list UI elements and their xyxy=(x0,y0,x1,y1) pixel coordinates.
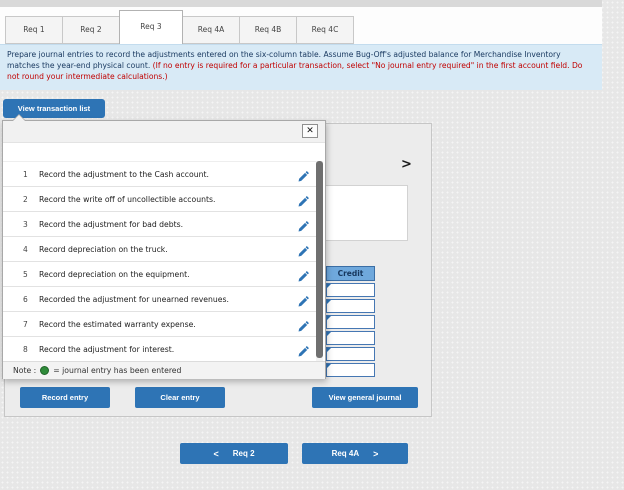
close-icon[interactable]: ✕ xyxy=(302,124,318,138)
transaction-list-popup: ✕ 1 Record the adjustment to the Cash ac… xyxy=(2,114,326,379)
tab-req-2[interactable]: Req 2 xyxy=(62,16,120,44)
transaction-row[interactable]: 6 Recorded the adjustment for unearned r… xyxy=(3,287,319,312)
credit-column: Credit xyxy=(326,266,375,377)
edit-pencil-icon[interactable] xyxy=(297,168,310,181)
popup-header: ✕ xyxy=(3,121,325,143)
transaction-description: Recorded the adjustment for unearned rev… xyxy=(39,294,229,304)
tab-bar: Req 1 Req 2 Req 3 Req 4A Req 4B Req 4C xyxy=(0,7,602,44)
chevron-left-icon: < xyxy=(213,448,219,459)
cell-corner-marker-icon xyxy=(327,284,331,288)
credit-input-cell[interactable] xyxy=(326,363,375,377)
credit-input-cell[interactable] xyxy=(326,315,375,329)
transaction-list: 1 Record the adjustment to the Cash acco… xyxy=(3,161,319,362)
expand-chevron-icon[interactable]: > xyxy=(401,157,412,172)
popup-scrollbar-thumb[interactable] xyxy=(316,161,323,358)
next-req-button[interactable]: Req 4A > xyxy=(302,443,408,464)
edit-pencil-icon[interactable] xyxy=(297,343,310,356)
transaction-row[interactable]: 3 Record the adjustment for bad debts. xyxy=(3,212,319,237)
credit-input-cell[interactable] xyxy=(326,299,375,313)
next-req-label: Req 4A xyxy=(331,449,360,458)
transaction-row[interactable]: 4 Record depreciation on the truck. xyxy=(3,237,319,262)
cell-corner-marker-icon xyxy=(327,316,331,320)
transaction-description: Record the write off of uncollectible ac… xyxy=(39,194,216,204)
entry-legend-note: Note : = journal entry has been entered xyxy=(3,361,325,379)
transaction-row[interactable]: 1 Record the adjustment to the Cash acco… xyxy=(3,162,319,187)
transaction-row[interactable]: 7 Record the estimated warranty expense. xyxy=(3,312,319,337)
tab-req-4b[interactable]: Req 4B xyxy=(239,16,297,44)
transaction-row[interactable]: 8 Record the adjustment for interest. xyxy=(3,337,319,362)
edit-pencil-icon[interactable] xyxy=(297,318,310,331)
tab-req-4a[interactable]: Req 4A xyxy=(182,16,240,44)
transaction-number: 1 xyxy=(23,169,28,179)
transaction-number: 3 xyxy=(23,219,28,229)
note-legend: = journal entry has been entered xyxy=(53,366,182,375)
chevron-right-icon: > xyxy=(373,448,379,459)
edit-pencil-icon[interactable] xyxy=(297,243,310,256)
transaction-number: 5 xyxy=(23,269,28,279)
transaction-row[interactable]: 5 Record depreciation on the equipment. xyxy=(3,262,319,287)
transaction-description: Record the adjustment for bad debts. xyxy=(39,219,184,229)
instruction-banner: Prepare journal entries to record the ad… xyxy=(0,44,602,90)
cell-corner-marker-icon xyxy=(327,348,331,352)
transaction-number: 6 xyxy=(23,294,28,304)
transaction-description: Record the estimated warranty expense. xyxy=(39,319,196,329)
edit-pencil-icon[interactable] xyxy=(297,193,310,206)
note-prefix: Note : xyxy=(13,366,37,375)
top-window-bar xyxy=(0,0,602,7)
transaction-number: 2 xyxy=(23,194,28,204)
transaction-number: 8 xyxy=(23,344,28,354)
cell-corner-marker-icon xyxy=(327,332,331,336)
edit-pencil-icon[interactable] xyxy=(297,268,310,281)
transaction-description: Record the adjustment to the Cash accoun… xyxy=(39,169,209,179)
cell-corner-marker-icon xyxy=(327,364,331,368)
entry-entered-dot-icon xyxy=(40,366,50,375)
edit-pencil-icon[interactable] xyxy=(297,293,310,306)
tab-req-3[interactable]: Req 3 xyxy=(119,10,183,44)
transaction-description: Record depreciation on the truck. xyxy=(39,244,168,254)
record-entry-button[interactable]: Record entry xyxy=(20,387,110,408)
clear-entry-button[interactable]: Clear entry xyxy=(135,387,225,408)
credit-input-cell[interactable] xyxy=(326,347,375,361)
cell-corner-marker-icon xyxy=(327,300,331,304)
credit-input-cell[interactable] xyxy=(326,283,375,297)
prev-req-label: Req 2 xyxy=(232,449,255,458)
tab-req-1[interactable]: Req 1 xyxy=(5,16,63,44)
transaction-number: 4 xyxy=(23,244,28,254)
view-general-journal-button[interactable]: View general journal xyxy=(312,387,418,408)
tab-req-4c[interactable]: Req 4C xyxy=(296,16,354,44)
transaction-description: Record depreciation on the equipment. xyxy=(39,269,190,279)
credit-column-header: Credit xyxy=(326,266,375,281)
transaction-number: 7 xyxy=(23,319,28,329)
transaction-row[interactable]: 2 Record the write off of uncollectible … xyxy=(3,187,319,212)
transaction-description: Record the adjustment for interest. xyxy=(39,344,175,354)
prev-req-button[interactable]: < Req 2 xyxy=(180,443,288,464)
credit-input-cell[interactable] xyxy=(326,331,375,345)
edit-pencil-icon[interactable] xyxy=(297,218,310,231)
